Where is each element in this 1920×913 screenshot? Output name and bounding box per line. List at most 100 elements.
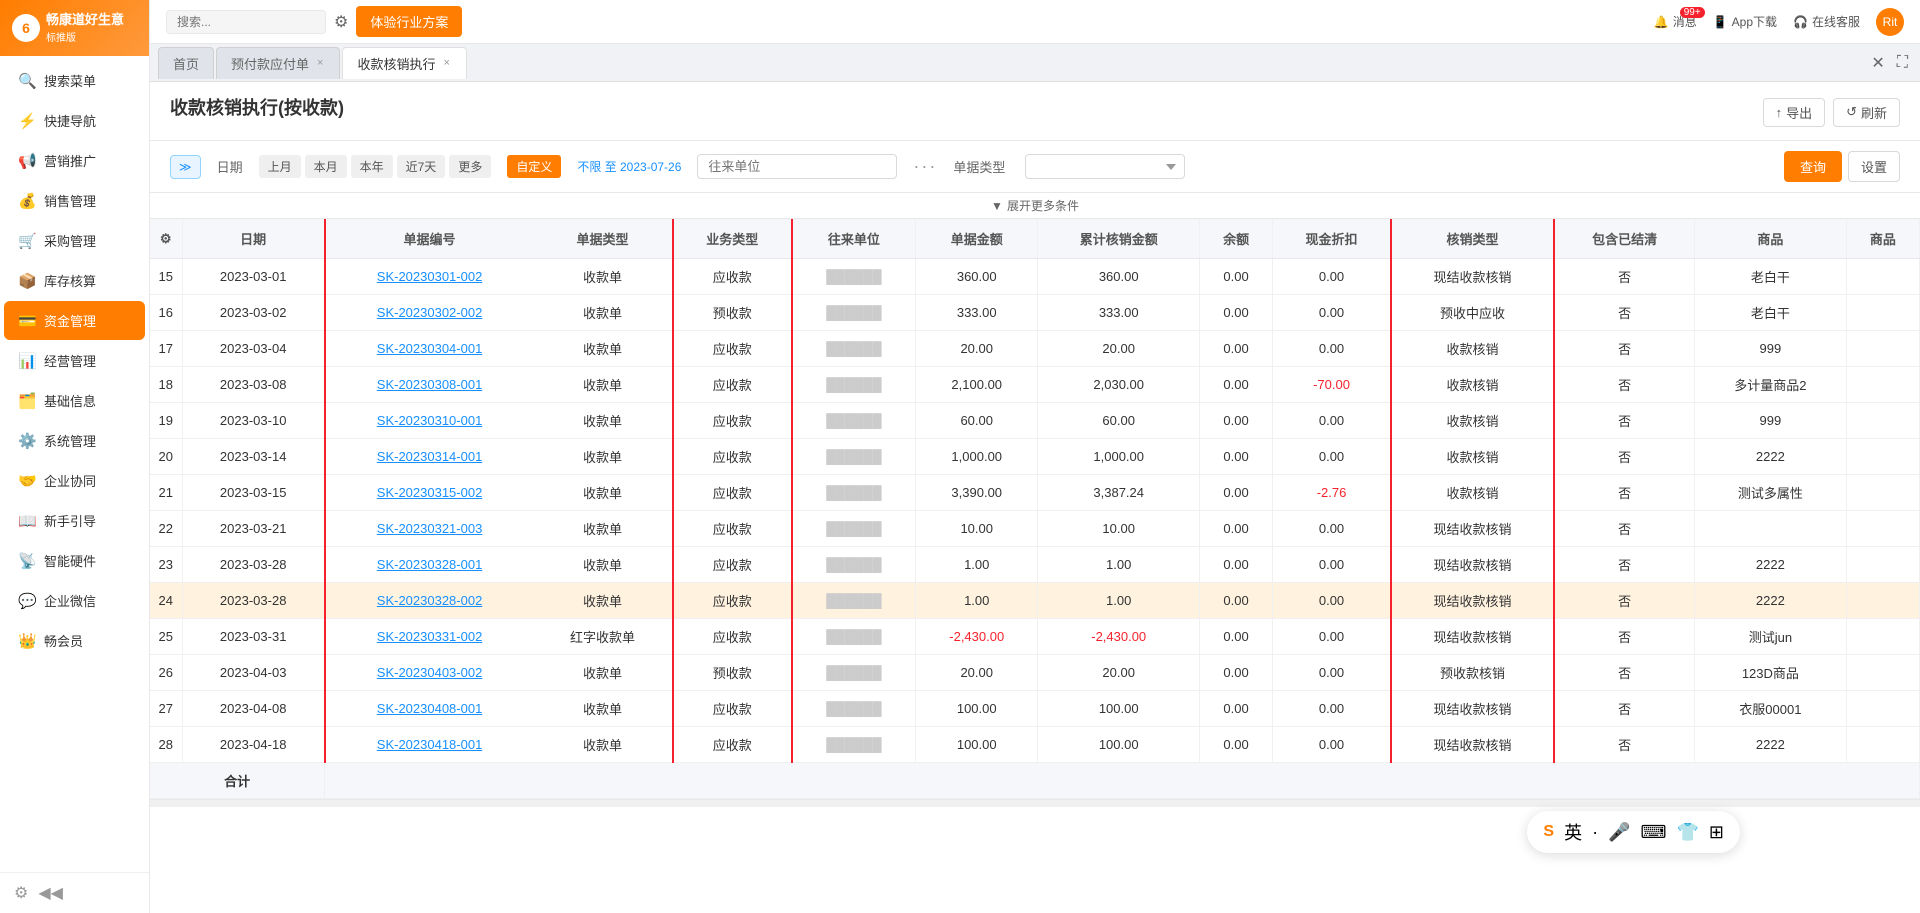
tab-0[interactable]: 首页 (158, 47, 214, 79)
td-include-settled: 否 (1554, 439, 1694, 475)
td-date: 2023-04-03 (182, 655, 325, 691)
sidebar-item-purchase[interactable]: 🛒采购管理 (4, 221, 145, 260)
close-all-tabs-icon[interactable]: ✕ (1867, 49, 1888, 77)
sidebar-item-quick[interactable]: ⚡快捷导航 (4, 101, 145, 140)
td-doc-no[interactable]: SK-20230302-002 (325, 295, 533, 331)
td-doc-no[interactable]: SK-20230304-001 (325, 331, 533, 367)
td-cum-cancel: 20.00 (1038, 655, 1200, 691)
date-option-本月[interactable]: 本月 (305, 155, 347, 178)
date-option-近7天[interactable]: 近7天 (397, 155, 446, 178)
sidebar-item-collab[interactable]: 🤝企业协同 (4, 461, 145, 500)
td-doc-no[interactable]: SK-20230314-001 (325, 439, 533, 475)
td-doc-no[interactable]: SK-20230315-002 (325, 475, 533, 511)
td-cancel-type: 现结收款核销 (1391, 583, 1554, 619)
td-doc-no[interactable]: SK-20230331-002 (325, 619, 533, 655)
td-doc-no[interactable]: SK-20230418-001 (325, 727, 533, 763)
th-gear[interactable]: ⚙ (150, 219, 182, 259)
td-discount: 0.00 (1273, 331, 1391, 367)
vip-icon: 👑 (18, 632, 36, 650)
collapse-icon[interactable]: ◀◀ (38, 883, 63, 903)
td-doc-no[interactable]: SK-20230310-001 (325, 403, 533, 439)
sidebar-item-finance[interactable]: 💳资金管理 (4, 301, 145, 340)
doc-type-select[interactable] (1025, 154, 1185, 179)
tab-close-2[interactable]: × (441, 56, 451, 70)
td-amount: 20.00 (916, 655, 1038, 691)
td-doc-no[interactable]: SK-20230328-001 (325, 547, 533, 583)
float-grid-icon[interactable]: ⊞ (1709, 822, 1724, 843)
sidebar-item-inventory[interactable]: 📦库存核算 (4, 261, 145, 300)
td-include-settled: 否 (1554, 367, 1694, 403)
td-doc-no[interactable]: SK-20230328-002 (325, 583, 533, 619)
settings-icon[interactable]: ⚙ (14, 883, 28, 903)
float-shirt-icon[interactable]: 👕 (1676, 822, 1698, 843)
user-avatar[interactable]: Rit (1876, 8, 1904, 36)
float-input-toolbar: S 英 · 🎤 ⌨ 👕 ⊞ (1527, 811, 1740, 853)
expand-tabs-icon[interactable]: ⛶ (1893, 50, 1912, 76)
export-button[interactable]: ↑ 导出 (1763, 98, 1826, 127)
message-icon-item[interactable]: 🔔 消息 99+ (1654, 13, 1697, 30)
partner-input[interactable] (697, 154, 897, 179)
sidebar-item-wechat[interactable]: 💬企业微信 (4, 581, 145, 620)
td-goods2 (1846, 295, 1919, 331)
settings-button[interactable]: 设置 (1848, 151, 1900, 182)
sidebar-item-basic[interactable]: 🗂️基础信息 (4, 381, 145, 420)
sidebar-item-hardware[interactable]: 📡智能硬件 (4, 541, 145, 580)
td-doc-no[interactable]: SK-20230403-002 (325, 655, 533, 691)
td-balance: 0.00 (1200, 691, 1273, 727)
sidebar-item-system[interactable]: ⚙️系统管理 (4, 421, 145, 460)
td-cum-cancel: 100.00 (1038, 691, 1200, 727)
td-include-settled: 否 (1554, 295, 1694, 331)
td-doc-no[interactable]: SK-20230301-002 (325, 259, 533, 295)
td-amount: 2,100.00 (916, 367, 1038, 403)
td-partner: ██████ (792, 547, 916, 583)
horizontal-scrollbar[interactable] (150, 799, 1920, 807)
expand-more-button[interactable]: ▼ 展开更多条件 (991, 197, 1079, 214)
td-doc-type: 红字收款单 (533, 619, 672, 655)
custom-date-button[interactable]: 自定义 (507, 155, 561, 178)
query-button[interactable]: 查询 (1784, 151, 1842, 182)
float-keyboard-icon[interactable]: ⌨ (1641, 822, 1667, 843)
td-doc-no[interactable]: SK-20230308-001 (325, 367, 533, 403)
table-row: 162023-03-02SK-20230302-002收款单预收款██████3… (150, 295, 1920, 331)
tab-2[interactable]: 收款核销执行 × (342, 47, 466, 79)
main-table: ⚙ 日期 单据编号 单据类型 业务类型 往来单位 单据金额 累计核销金额 余额 … (150, 219, 1920, 799)
td-biz-type: 应收款 (673, 367, 792, 403)
topbar-search-input[interactable] (166, 10, 326, 34)
tab-label-2: 收款核销执行 (357, 54, 435, 73)
industry-solution-button[interactable]: 体验行业方案 (356, 6, 462, 37)
td-biz-type: 应收款 (673, 511, 792, 547)
td-goods2 (1846, 475, 1919, 511)
sidebar-item-search[interactable]: 🔍搜索菜单 (4, 61, 145, 100)
td-doc-type: 收款单 (533, 331, 672, 367)
td-discount: 0.00 (1273, 547, 1391, 583)
table-row: 272023-04-08SK-20230408-001收款单应收款██████1… (150, 691, 1920, 727)
td-cum-cancel: 1,000.00 (1038, 439, 1200, 475)
float-english-icon[interactable]: 英 (1564, 819, 1582, 845)
td-include-settled: 否 (1554, 691, 1694, 727)
sidebar-item-vip[interactable]: 👑畅会员 (4, 621, 145, 660)
td-doc-type: 收款单 (533, 511, 672, 547)
float-dot-icon[interactable]: · (1592, 822, 1598, 843)
refresh-button[interactable]: ↺ 刷新 (1833, 98, 1900, 127)
tab-1[interactable]: 预付款应付单× (216, 47, 340, 79)
app-download-item[interactable]: 📱 App下载 (1713, 13, 1777, 30)
td-biz-type: 应收款 (673, 691, 792, 727)
td-partner: ██████ (792, 259, 916, 295)
td-include-settled: 否 (1554, 403, 1694, 439)
td-biz-type: 应收款 (673, 583, 792, 619)
sidebar-item-guide[interactable]: 📖新手引导 (4, 501, 145, 540)
td-doc-no[interactable]: SK-20230408-001 (325, 691, 533, 727)
sidebar-item-sales[interactable]: 💰销售管理 (4, 181, 145, 220)
td-include-settled: 否 (1554, 259, 1694, 295)
filter-expand-button[interactable]: ≫ (170, 155, 201, 179)
sidebar-item-marketing[interactable]: 📢营销推广 (4, 141, 145, 180)
date-option-上月[interactable]: 上月 (259, 155, 301, 178)
td-doc-no[interactable]: SK-20230321-003 (325, 511, 533, 547)
float-mic-icon[interactable]: 🎤 (1608, 822, 1630, 843)
sidebar-item-operations[interactable]: 📊经营管理 (4, 341, 145, 380)
topbar-gear-icon[interactable]: ⚙ (334, 12, 348, 32)
tab-close-1[interactable]: × (315, 56, 325, 70)
online-service-item[interactable]: 🎧 在线客服 (1793, 13, 1860, 30)
date-option-本年[interactable]: 本年 (351, 155, 393, 178)
date-option-更多[interactable]: 更多 (449, 155, 491, 178)
